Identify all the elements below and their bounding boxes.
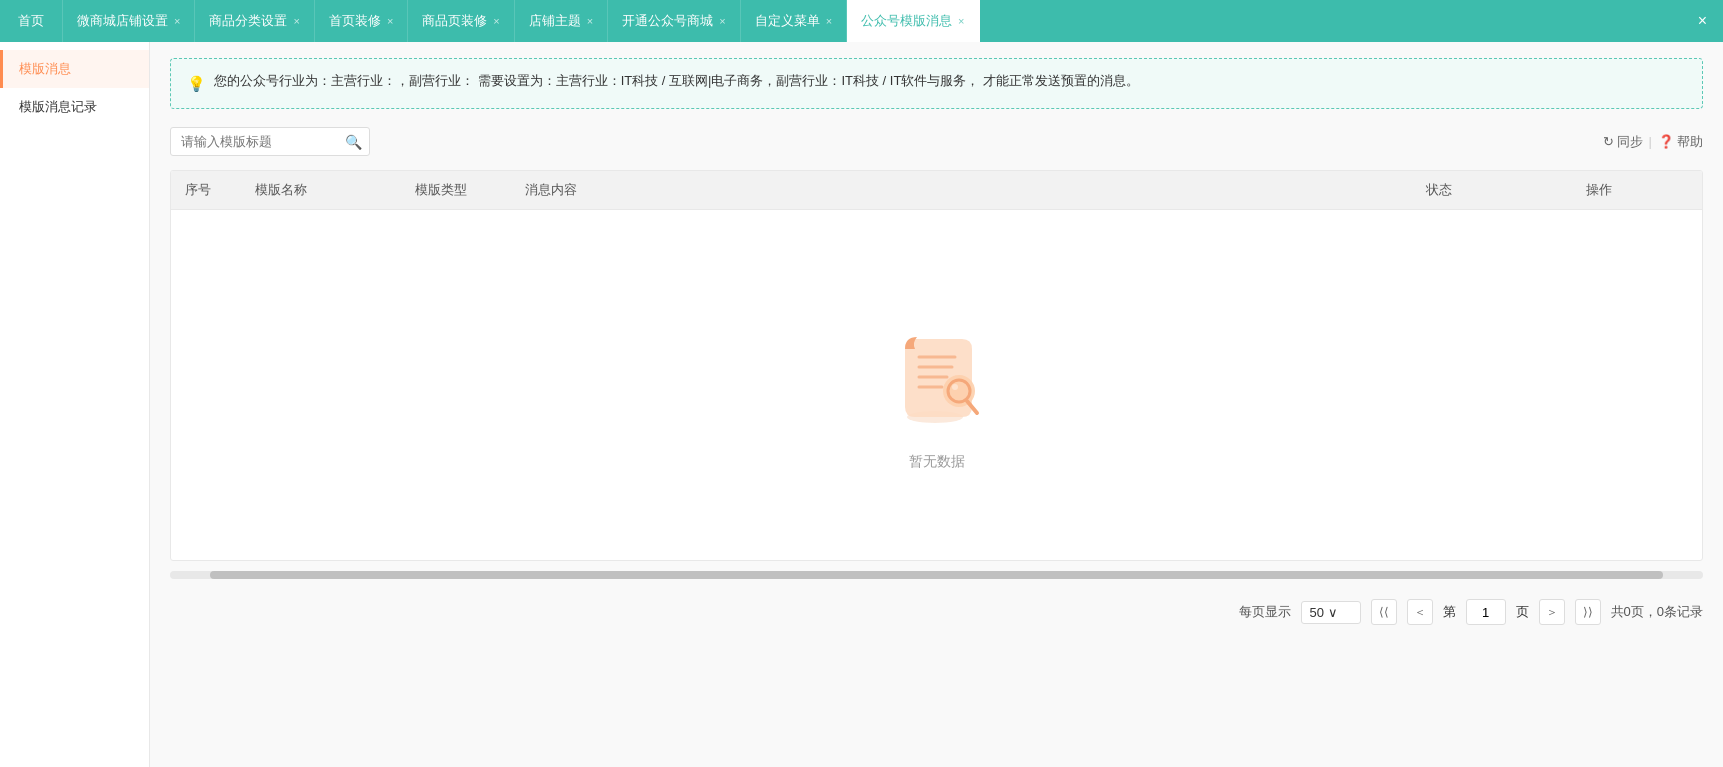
nav-tab-homepage-label: 首页装修 (329, 12, 381, 30)
help-icon: ❓ (1658, 134, 1674, 149)
sidebar-item-template-msg-label: 模版消息 (19, 61, 71, 76)
divider: | (1649, 134, 1652, 149)
nav-tab-weshop-close[interactable]: × (174, 15, 180, 27)
page-label: 第 (1443, 603, 1456, 621)
col-status: 状态 (1412, 171, 1572, 209)
nav-tab-category-label: 商品分类设置 (209, 12, 287, 30)
nav-tab-product-close[interactable]: × (493, 15, 499, 27)
last-page-button[interactable]: ⟩⟩ (1575, 599, 1601, 625)
empty-state: 暂无数据 (877, 319, 997, 471)
notice-box: 💡 您的公众号行业为：主营行业：，副营行业： 需要设置为：主营行业：IT科技 /… (170, 58, 1703, 109)
nav-tab-open-label: 开通公众号商城 (622, 12, 713, 30)
notice-text-prefix: 您的公众号行业为：主营行业：，副营行业： (214, 73, 474, 88)
sync-help-area: ↻ 同步 | ❓ 帮助 (1603, 133, 1703, 151)
nav-tab-home-label: 首页 (18, 12, 44, 30)
empty-illustration (877, 319, 997, 439)
nav-tab-theme-label: 店铺主题 (529, 12, 581, 30)
col-index: 序号 (171, 171, 241, 209)
nav-tab-template[interactable]: 公众号模版消息 × (847, 0, 979, 42)
first-page-button[interactable]: ⟨⟨ (1371, 599, 1397, 625)
sidebar-item-template-msg[interactable]: 模版消息 (0, 50, 149, 88)
nav-tab-homepage[interactable]: 首页装修 × (315, 0, 408, 42)
search-bar: 🔍 ↻ 同步 | ❓ 帮助 (170, 127, 1703, 156)
page-number-input[interactable] (1466, 599, 1506, 625)
content-area: 💡 您的公众号行业为：主营行业：，副营行业： 需要设置为：主营行业：IT科技 /… (150, 42, 1723, 767)
nav-tab-template-close[interactable]: × (958, 15, 964, 27)
sync-button[interactable]: ↻ 同步 (1603, 133, 1643, 151)
nav-tab-product-label: 商品页装修 (422, 12, 487, 30)
col-type: 模版类型 (401, 171, 511, 209)
total-info: 共0页，0条记录 (1611, 603, 1703, 621)
table-body: 暂无数据 (171, 210, 1702, 560)
nav-tab-menu-label: 自定义菜单 (755, 12, 820, 30)
search-input-wrap: 🔍 (170, 127, 370, 156)
nav-tab-open[interactable]: 开通公众号商城 × (608, 0, 740, 42)
notice-text-highlight: 需要设置为：主营行业：IT科技 / 互联网|电子商务，副营行业：IT科技 / I… (478, 73, 980, 88)
notice-text-suffix: 才能正常发送预置的消息。 (983, 73, 1139, 88)
nav-tab-category[interactable]: 商品分类设置 × (195, 0, 314, 42)
sync-icon: ↻ (1603, 134, 1614, 149)
search-input[interactable] (170, 127, 370, 156)
next-page-button[interactable]: ＞ (1539, 599, 1565, 625)
search-button[interactable]: 🔍 (345, 134, 362, 150)
nav-tab-open-close[interactable]: × (719, 15, 725, 27)
col-action: 操作 (1572, 171, 1702, 209)
close-all-icon: × (1698, 12, 1707, 30)
nav-tab-menu[interactable]: 自定义菜单 × (741, 0, 847, 42)
table-header: 序号 模版名称 模版类型 消息内容 状态 操作 (171, 171, 1702, 210)
help-button[interactable]: ❓ 帮助 (1658, 133, 1703, 151)
nav-tab-weshop[interactable]: 微商城店铺设置 × (63, 0, 195, 42)
notice-icon: 💡 (187, 72, 206, 96)
pagination: 每页显示 50 ∨ ⟨⟨ ＜ 第 页 ＞ ⟩⟩ 共0页，0条记录 (170, 589, 1703, 635)
nav-tab-theme[interactable]: 店铺主题 × (515, 0, 608, 42)
scrollbar-thumb[interactable] (210, 571, 1663, 579)
empty-text: 暂无数据 (909, 453, 965, 471)
col-name: 模版名称 (241, 171, 401, 209)
top-nav: 首页 微商城店铺设置 × 商品分类设置 × 首页装修 × 商品页装修 × 店铺主… (0, 0, 1723, 42)
nav-tab-category-close[interactable]: × (293, 15, 299, 27)
nav-tab-homepage-close[interactable]: × (387, 15, 393, 27)
nav-tab-home[interactable]: 首页 (0, 0, 63, 42)
page-size-select[interactable]: 50 ∨ (1301, 601, 1361, 624)
main-layout: 模版消息 模版消息记录 💡 您的公众号行业为：主营行业：，副营行业： 需要设置为… (0, 42, 1723, 767)
col-content: 消息内容 (511, 171, 1412, 209)
nav-tab-menu-close[interactable]: × (826, 15, 832, 27)
page-size-label: 每页显示 (1239, 603, 1291, 621)
help-label: 帮助 (1677, 133, 1703, 151)
chevron-down-icon: ∨ (1328, 605, 1338, 620)
page-size-value: 50 (1310, 605, 1324, 620)
sidebar-item-template-record-label: 模版消息记录 (19, 99, 97, 114)
nav-tab-product[interactable]: 商品页装修 × (408, 0, 514, 42)
nav-tab-template-label: 公众号模版消息 (861, 12, 952, 30)
sidebar: 模版消息 模版消息记录 (0, 42, 150, 767)
horizontal-scrollbar[interactable] (170, 571, 1703, 579)
close-all-button[interactable]: × (1682, 0, 1723, 42)
svg-point-8 (952, 384, 958, 390)
nav-tab-weshop-label: 微商城店铺设置 (77, 12, 168, 30)
search-left: 🔍 (170, 127, 370, 156)
data-table: 序号 模版名称 模版类型 消息内容 状态 操作 (170, 170, 1703, 561)
nav-tab-theme-close[interactable]: × (587, 15, 593, 27)
page-unit-label: 页 (1516, 603, 1529, 621)
notice-text: 您的公众号行业为：主营行业：，副营行业： 需要设置为：主营行业：IT科技 / 互… (214, 71, 1139, 92)
sidebar-item-template-record[interactable]: 模版消息记录 (0, 88, 149, 126)
prev-page-button[interactable]: ＜ (1407, 599, 1433, 625)
sync-label: 同步 (1617, 133, 1643, 151)
